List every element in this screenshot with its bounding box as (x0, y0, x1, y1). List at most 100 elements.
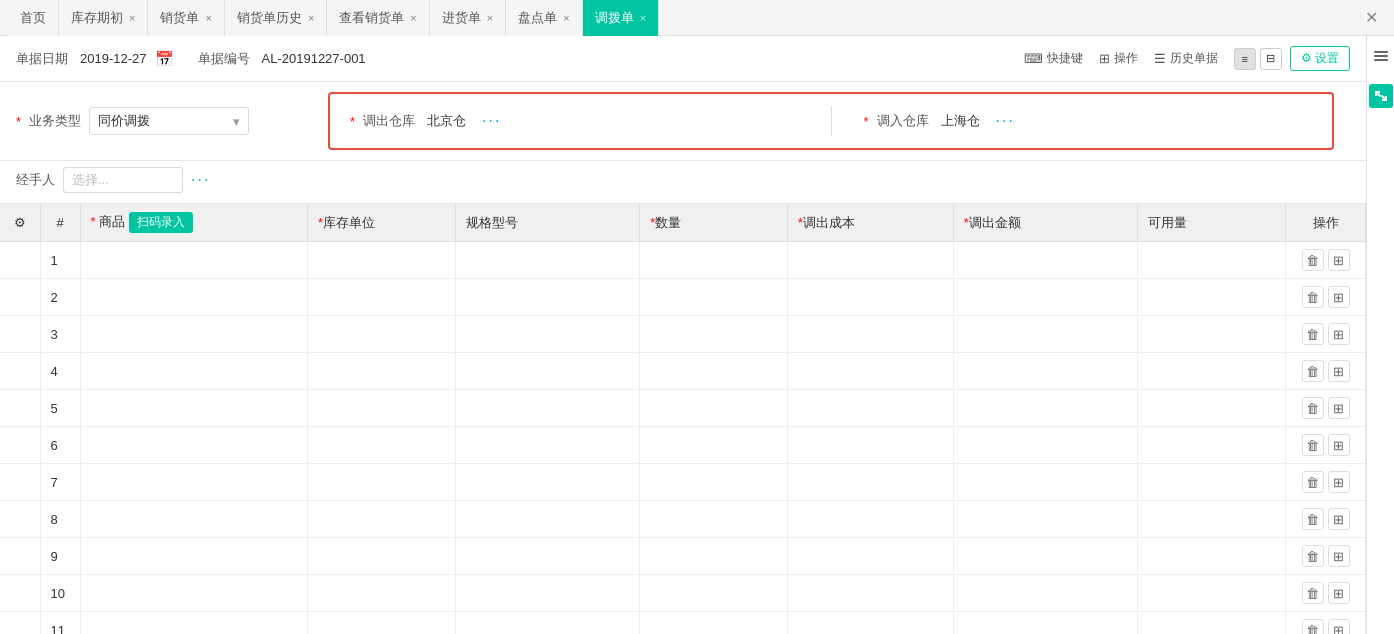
shortcut-action[interactable]: ⌨ 快捷键 (1024, 50, 1083, 67)
operate-icon: ⊞ (1099, 51, 1110, 66)
cell-product-11[interactable] (80, 612, 308, 635)
cell-product-4[interactable] (80, 353, 308, 390)
tab-purchase-close[interactable]: × (487, 12, 493, 24)
calendar-icon[interactable]: 📅 (155, 50, 174, 68)
cell-num-9: 9 (40, 538, 80, 575)
layout-icon-grid[interactable]: ⊟ (1260, 48, 1282, 70)
tab-sales-order-close[interactable]: × (205, 12, 211, 24)
tab-transfer[interactable]: 调拨单 × (583, 0, 659, 36)
cell-product-8[interactable] (80, 501, 308, 538)
window-close-button[interactable]: ✕ (1357, 8, 1386, 27)
person-select[interactable]: 选择... (63, 167, 183, 193)
cell-qty-1 (640, 242, 788, 279)
cell-amount-2 (953, 279, 1138, 316)
table-row: 9 🗑⊞ (0, 538, 1366, 575)
cell-avail-10 (1138, 575, 1286, 612)
delete-icon-3[interactable]: 🗑 (1302, 323, 1324, 345)
delete-icon-2[interactable]: 🗑 (1302, 286, 1324, 308)
tab-view-sales-label: 查看销货单 (339, 9, 404, 27)
cell-product-5[interactable] (80, 390, 308, 427)
out-warehouse-field: * 调出仓库 北京仓 ··· (350, 112, 799, 130)
cell-spec-6 (455, 427, 640, 464)
cell-spec-7 (455, 464, 640, 501)
copy-icon-6[interactable]: ⊞ (1328, 434, 1350, 456)
cell-avail-5 (1138, 390, 1286, 427)
copy-icon-8[interactable]: ⊞ (1328, 508, 1350, 530)
cell-gear-1 (0, 242, 40, 279)
copy-icon-2[interactable]: ⊞ (1328, 286, 1350, 308)
table-row: 7 🗑⊞ (0, 464, 1366, 501)
delete-icon-8[interactable]: 🗑 (1302, 508, 1324, 530)
delete-icon-6[interactable]: 🗑 (1302, 434, 1324, 456)
sidebar-list-icon[interactable] (1369, 44, 1393, 68)
cell-product-6[interactable] (80, 427, 308, 464)
tab-view-sales-close[interactable]: × (410, 12, 416, 24)
delete-icon-11[interactable]: 🗑 (1302, 619, 1324, 634)
business-type-select[interactable]: 同价调拨 ▾ (89, 107, 249, 135)
cell-cost-10 (787, 575, 953, 612)
col-cost-header: *调出成本 (787, 204, 953, 242)
delete-icon-1[interactable]: 🗑 (1302, 249, 1324, 271)
tab-inventory-init-close[interactable]: × (129, 12, 135, 24)
delete-icon-9[interactable]: 🗑 (1302, 545, 1324, 567)
tab-purchase-label: 进货单 (442, 9, 481, 27)
cell-product-7[interactable] (80, 464, 308, 501)
out-warehouse-more-icon[interactable]: ··· (482, 112, 501, 130)
cell-product-9[interactable] (80, 538, 308, 575)
shortcut-icon: ⌨ (1024, 51, 1043, 66)
copy-icon-3[interactable]: ⊞ (1328, 323, 1350, 345)
col-gear-header[interactable]: ⚙ (0, 204, 40, 242)
copy-icon-1[interactable]: ⊞ (1328, 249, 1350, 271)
cell-ops-1: 🗑⊞ (1286, 242, 1366, 279)
delete-icon-4[interactable]: 🗑 (1302, 360, 1324, 382)
copy-icon-10[interactable]: ⊞ (1328, 582, 1350, 604)
svg-rect-2 (1374, 59, 1388, 61)
tab-inventory-init[interactable]: 库存期初 × (59, 0, 148, 36)
tab-inventory-check-close[interactable]: × (563, 12, 569, 24)
settings-button[interactable]: ⚙ 设置 (1290, 46, 1350, 71)
cell-gear-8 (0, 501, 40, 538)
delete-icon-10[interactable]: 🗑 (1302, 582, 1324, 604)
delete-icon-5[interactable]: 🗑 (1302, 397, 1324, 419)
cell-product-10[interactable] (80, 575, 308, 612)
tab-home[interactable]: 首页 (8, 0, 59, 36)
tab-sales-history-close[interactable]: × (308, 12, 314, 24)
tab-view-sales[interactable]: 查看销货单 × (327, 0, 429, 36)
sidebar-expand-icon[interactable] (1369, 84, 1393, 108)
cell-qty-10 (640, 575, 788, 612)
cell-product-2[interactable] (80, 279, 308, 316)
col-spec-header: 规格型号 (455, 204, 640, 242)
tab-purchase[interactable]: 进货单 × (430, 0, 506, 36)
cell-spec-1 (455, 242, 640, 279)
table-row: 5 🗑⊞ (0, 390, 1366, 427)
cell-product-1[interactable] (80, 242, 308, 279)
doc-num-label: 单据编号 (198, 50, 250, 68)
cell-cost-9 (787, 538, 953, 575)
copy-icon-11[interactable]: ⊞ (1328, 619, 1350, 634)
history-action[interactable]: ☰ 历史单据 (1154, 50, 1218, 67)
shortcut-label: 快捷键 (1047, 50, 1083, 67)
scan-button[interactable]: 扫码录入 (129, 212, 193, 233)
person-more-icon[interactable]: ··· (191, 171, 210, 189)
delete-icon-7[interactable]: 🗑 (1302, 471, 1324, 493)
dropdown-arrow-icon: ▾ (233, 114, 240, 129)
cell-num-1: 1 (40, 242, 80, 279)
cell-ops-4: 🗑⊞ (1286, 353, 1366, 390)
cell-qty-9 (640, 538, 788, 575)
tab-transfer-close[interactable]: × (640, 12, 646, 24)
copy-icon-5[interactable]: ⊞ (1328, 397, 1350, 419)
copy-icon-9[interactable]: ⊞ (1328, 545, 1350, 567)
operate-action[interactable]: ⊞ 操作 (1099, 50, 1138, 67)
layout-icon-list[interactable]: ≡ (1234, 48, 1256, 70)
copy-icon-4[interactable]: ⊞ (1328, 360, 1350, 382)
cell-product-3[interactable] (80, 316, 308, 353)
tab-sales-history[interactable]: 销货单历史 × (225, 0, 327, 36)
cell-gear-4 (0, 353, 40, 390)
cell-spec-5 (455, 390, 640, 427)
table-row: 11 🗑⊞ (0, 612, 1366, 635)
in-warehouse-more-icon[interactable]: ··· (996, 112, 1015, 130)
cell-qty-8 (640, 501, 788, 538)
tab-inventory-check[interactable]: 盘点单 × (506, 0, 582, 36)
copy-icon-7[interactable]: ⊞ (1328, 471, 1350, 493)
tab-sales-order[interactable]: 销货单 × (148, 0, 224, 36)
